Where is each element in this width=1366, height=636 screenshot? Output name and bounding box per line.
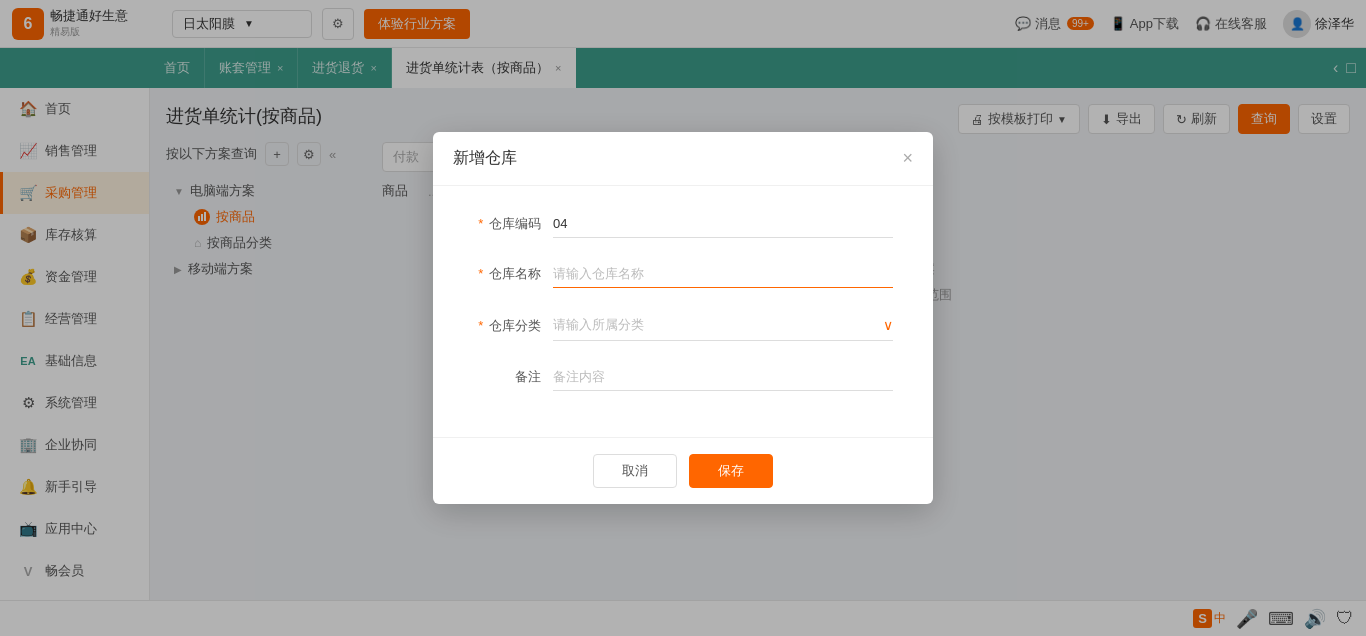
code-label: * 仓库编码 [473, 215, 553, 233]
remark-label: 备注 [473, 368, 553, 386]
category-select[interactable]: 请输入所属分类 ∨ [553, 310, 893, 341]
dialog-footer: 取消 保存 [433, 437, 933, 504]
category-arrow-icon: ∨ [883, 317, 893, 333]
modal-overlay: 新增仓库 × * 仓库编码 * 仓库名称 [0, 0, 1366, 636]
dialog-title: 新增仓库 [453, 148, 517, 169]
category-label: * 仓库分类 [473, 317, 553, 335]
form-row-code: * 仓库编码 [473, 210, 893, 238]
code-input[interactable] [553, 210, 893, 238]
name-input[interactable] [553, 260, 893, 288]
remark-input[interactable] [553, 363, 893, 391]
dialog-header: 新增仓库 × [433, 132, 933, 186]
required-star-code: * [478, 216, 483, 231]
category-placeholder: 请输入所属分类 [553, 316, 883, 334]
required-star-name: * [478, 266, 483, 281]
save-button[interactable]: 保存 [689, 454, 773, 488]
dialog-body: * 仓库编码 * 仓库名称 * 仓库分类 请输入所属 [433, 186, 933, 437]
dialog-close-button[interactable]: × [902, 148, 913, 169]
name-label: * 仓库名称 [473, 265, 553, 283]
form-row-remark: 备注 [473, 363, 893, 391]
form-row-category: * 仓库分类 请输入所属分类 ∨ [473, 310, 893, 341]
required-star-category: * [478, 318, 483, 333]
cancel-button[interactable]: 取消 [593, 454, 677, 488]
new-warehouse-dialog: 新增仓库 × * 仓库编码 * 仓库名称 [433, 132, 933, 504]
form-row-name: * 仓库名称 [473, 260, 893, 288]
